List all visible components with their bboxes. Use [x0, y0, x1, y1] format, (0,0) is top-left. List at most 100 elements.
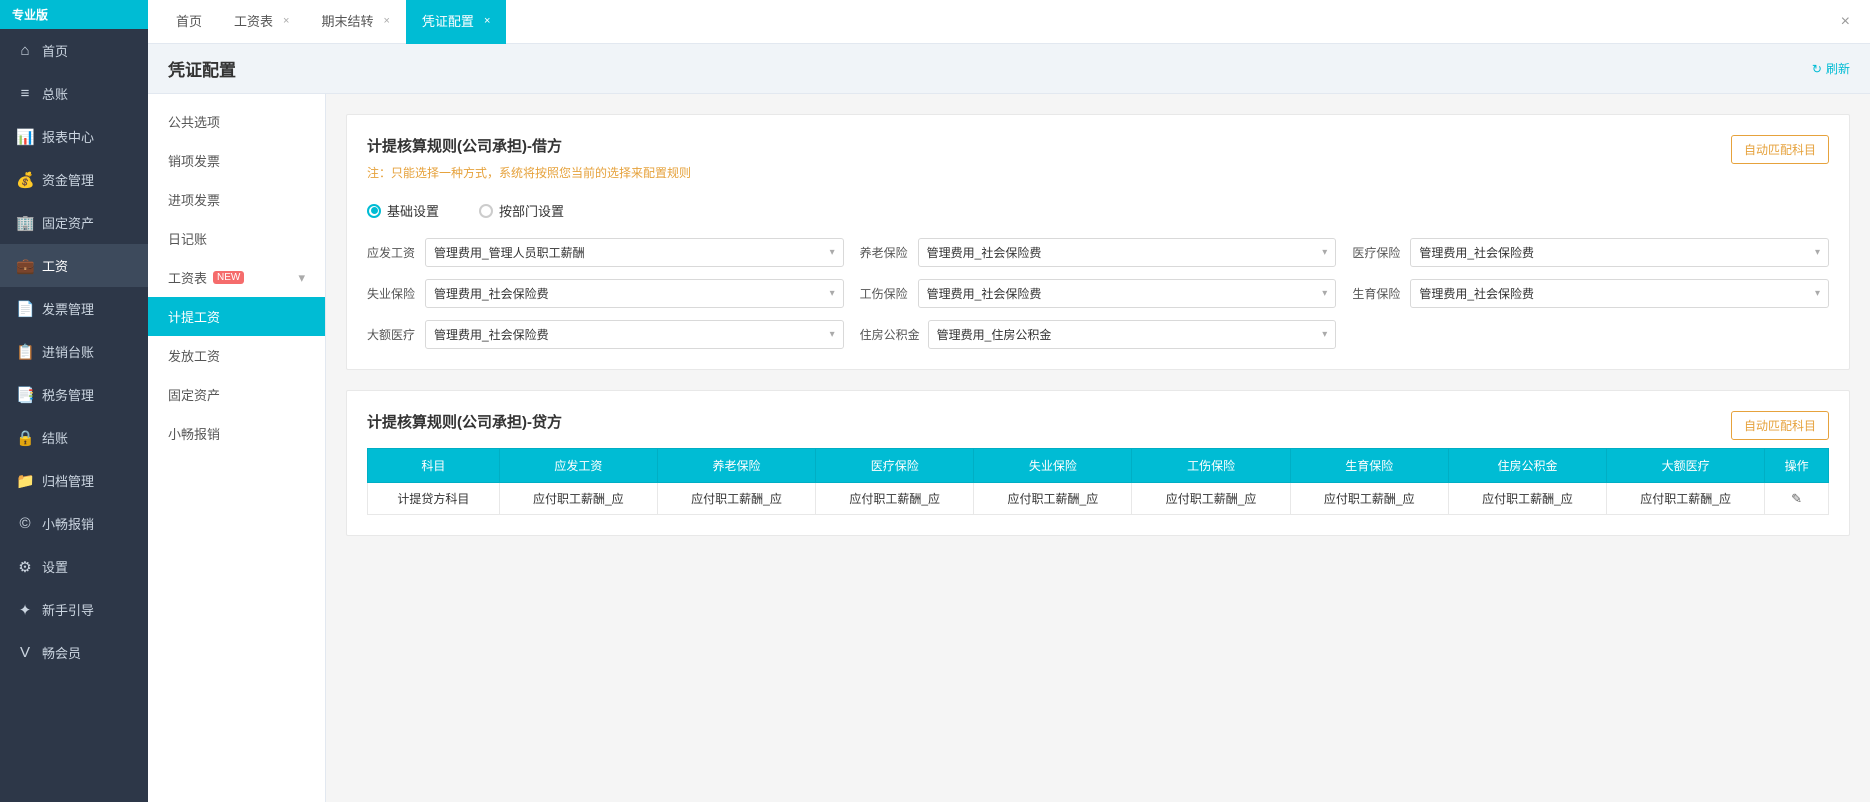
- chevron-zhufang-icon: ▾: [1322, 329, 1327, 340]
- radio-group: 基础设置 按部门设置: [367, 201, 1829, 220]
- select-zhufang-gongjijin[interactable]: 管理费用_住房公积金 ▾: [928, 320, 1337, 349]
- tab-close-period-close[interactable]: ×: [383, 15, 389, 27]
- expand-arrow-icon: ▾: [298, 270, 305, 286]
- col-header-daejia: 大额医疗: [1607, 449, 1765, 483]
- tab-home[interactable]: 首页: [160, 0, 218, 44]
- col-header-zhufang: 住房公积金: [1448, 449, 1606, 483]
- sidebar-item-salary[interactable]: 💼 工资: [0, 244, 148, 287]
- chevron-shiye-icon: ▾: [830, 288, 835, 299]
- window-close-button[interactable]: ×: [1833, 9, 1858, 35]
- page-title: 凭证配置: [168, 56, 236, 81]
- refresh-button[interactable]: ↻ 刷新: [1812, 60, 1850, 77]
- chevron-daejia-icon: ▾: [830, 329, 835, 340]
- tab-period-close[interactable]: 期末结转 ×: [305, 0, 405, 44]
- funds-icon: 💰: [16, 171, 34, 189]
- tax-icon: 📑: [16, 386, 34, 404]
- invoices-icon: 📄: [16, 300, 34, 318]
- field-yanglao-baoxian: 养老保险 管理费用_社会保险费 ▾: [860, 238, 1337, 267]
- cell-yiliao[interactable]: 应付职工薪酬_应: [816, 483, 974, 515]
- cell-shiye[interactable]: 应付职工薪酬_应: [974, 483, 1132, 515]
- sidebar-item-xiaochang[interactable]: © 小畅报销: [0, 502, 148, 545]
- member-icon: V: [16, 644, 34, 661]
- newbie-icon: ✦: [16, 601, 34, 619]
- cell-yingfa[interactable]: 应付职工薪酬_应: [499, 483, 657, 515]
- cell-edit[interactable]: ✎: [1765, 483, 1829, 515]
- chevron-yingfa-icon: ▾: [830, 247, 835, 258]
- credit-section-title: 计提核算规则(公司承担)-贷方: [367, 411, 562, 432]
- left-menu-salary-table[interactable]: 工资表 NEW ▾: [148, 258, 325, 297]
- sidebar-item-member[interactable]: V 畅会员: [0, 631, 148, 674]
- settings-icon: ⚙: [16, 558, 34, 576]
- xiaochang-icon: ©: [16, 515, 34, 532]
- edit-icon[interactable]: ✎: [1791, 491, 1802, 506]
- col-header-operation: 操作: [1765, 449, 1829, 483]
- inner-layout: 公共选项 销项发票 进项发票 日记账 工资表 NEW ▾ 计提工资: [148, 94, 1870, 802]
- app-title: 专业版: [0, 0, 148, 29]
- right-content: 计提核算规则(公司承担)-借方 注：只能选择一种方式，系统将按照您当前的选择来配…: [326, 94, 1870, 802]
- select-yanglao-baoxian[interactable]: 管理费用_社会保险费 ▾: [918, 238, 1337, 267]
- left-menu-purchase-invoice[interactable]: 进项发票: [148, 180, 325, 219]
- radio-basic-circle: [367, 204, 381, 218]
- left-menu-pay-salary[interactable]: 发放工资: [148, 336, 325, 375]
- left-menu-calc-salary[interactable]: 计提工资: [148, 297, 325, 336]
- sidebar-item-close[interactable]: 🔒 结账: [0, 416, 148, 459]
- tab-salary-table[interactable]: 工资表 ×: [218, 0, 305, 44]
- sidebar-item-invoices[interactable]: 📄 发票管理: [0, 287, 148, 330]
- cell-subject: 计提贷方科目: [368, 483, 500, 515]
- left-menu-sales-invoice[interactable]: 销项发票: [148, 141, 325, 180]
- chevron-yanglao-icon: ▾: [1322, 247, 1327, 258]
- sidebar-item-funds[interactable]: 💰 资金管理: [0, 158, 148, 201]
- main-area: 首页 工资表 × 期末结转 × 凭证配置 × × 凭证配置 ↻ 刷新: [148, 0, 1870, 802]
- debit-section: 计提核算规则(公司承担)-借方 注：只能选择一种方式，系统将按照您当前的选择来配…: [346, 114, 1850, 370]
- col-header-gongshang: 工伤保险: [1132, 449, 1290, 483]
- left-menu-xiaochang-expense[interactable]: 小畅报销: [148, 414, 325, 453]
- left-menu-journal[interactable]: 日记账: [148, 219, 325, 258]
- sidebar-item-archive[interactable]: 📁 归档管理: [0, 459, 148, 502]
- refresh-icon: ↻: [1812, 62, 1822, 76]
- select-daejia-yiliao[interactable]: 管理费用_社会保险费 ▾: [425, 320, 844, 349]
- col-header-shiye: 失业保险: [974, 449, 1132, 483]
- radio-dept-setting[interactable]: 按部门设置: [479, 201, 564, 220]
- page-header: 凭证配置 ↻ 刷新: [148, 44, 1870, 94]
- sidebar-item-purchasesales[interactable]: 📋 进销台账: [0, 330, 148, 373]
- cell-zhufang[interactable]: 应付职工薪酬_应: [1448, 483, 1606, 515]
- sidebar-item-newbie[interactable]: ✦ 新手引导: [0, 588, 148, 631]
- field-zhufang-gongjijin: 住房公积金 管理费用_住房公积金 ▾: [860, 320, 1337, 349]
- sidebar-item-home[interactable]: ⌂ 首页: [0, 29, 148, 72]
- table-row: 计提贷方科目 应付职工薪酬_应 应付职工薪酬_应 应付职工薪酬_应 应付职工薪酬…: [368, 483, 1829, 515]
- select-shengyu-baoxian[interactable]: 管理费用_社会保险费 ▾: [1410, 279, 1829, 308]
- select-shiye-baoxian[interactable]: 管理费用_社会保险费 ▾: [425, 279, 844, 308]
- sidebar-item-assets[interactable]: 🏢 固定资产: [0, 201, 148, 244]
- cell-gongshang[interactable]: 应付职工薪酬_应: [1132, 483, 1290, 515]
- sidebar-item-settings[interactable]: ⚙ 设置: [0, 545, 148, 588]
- credit-auto-match-button[interactable]: 自动匹配科目: [1731, 411, 1829, 440]
- chevron-shengyu-icon: ▾: [1815, 288, 1820, 299]
- debit-section-header: 计提核算规则(公司承担)-借方 注：只能选择一种方式，系统将按照您当前的选择来配…: [367, 135, 1829, 195]
- new-badge: NEW: [213, 271, 244, 284]
- cell-yanglao[interactable]: 应付职工薪酬_应: [657, 483, 815, 515]
- assets-icon: 🏢: [16, 214, 34, 232]
- credit-table: 科目 应发工资 养老保险 医疗保险 失业保险 工伤保险 生育保险 住房公积金 大…: [367, 448, 1829, 515]
- sidebar-item-tax[interactable]: 📑 税务管理: [0, 373, 148, 416]
- tab-voucher-config[interactable]: 凭证配置 ×: [406, 0, 506, 44]
- col-header-yiliao: 医疗保险: [816, 449, 974, 483]
- left-menu: 公共选项 销项发票 进项发票 日记账 工资表 NEW ▾ 计提工资: [148, 94, 326, 802]
- debit-section-note: 注：只能选择一种方式，系统将按照您当前的选择来配置规则: [367, 164, 691, 181]
- select-yingfa-gongzi[interactable]: 管理费用_管理人员职工薪酬 ▾: [425, 238, 844, 267]
- col-header-yanglao: 养老保险: [657, 449, 815, 483]
- cell-daejia[interactable]: 应付职工薪酬_应: [1607, 483, 1765, 515]
- cell-shengyu[interactable]: 应付职工薪酬_应: [1290, 483, 1448, 515]
- select-yiliao-baoxian[interactable]: 管理费用_社会保险费 ▾: [1410, 238, 1829, 267]
- tab-close-salary-table[interactable]: ×: [283, 15, 289, 27]
- select-gongshang-baoxian[interactable]: 管理费用_社会保险费 ▾: [918, 279, 1337, 308]
- radio-basic-setting[interactable]: 基础设置: [367, 201, 439, 220]
- debit-section-title: 计提核算规则(公司承担)-借方: [367, 135, 691, 156]
- credit-section: 计提核算规则(公司承担)-贷方 自动匹配科目 科目 应发工资 养老保险 医疗保险…: [346, 390, 1850, 536]
- left-menu-fixed-assets[interactable]: 固定资产: [148, 375, 325, 414]
- radio-dept-circle: [479, 204, 493, 218]
- sidebar-item-reports[interactable]: 📊 报表中心: [0, 115, 148, 158]
- sidebar-item-ledger[interactable]: ≡ 总账: [0, 72, 148, 115]
- left-menu-public[interactable]: 公共选项: [148, 102, 325, 141]
- tab-close-voucher-config[interactable]: ×: [484, 15, 490, 27]
- debit-auto-match-button[interactable]: 自动匹配科目: [1731, 135, 1829, 164]
